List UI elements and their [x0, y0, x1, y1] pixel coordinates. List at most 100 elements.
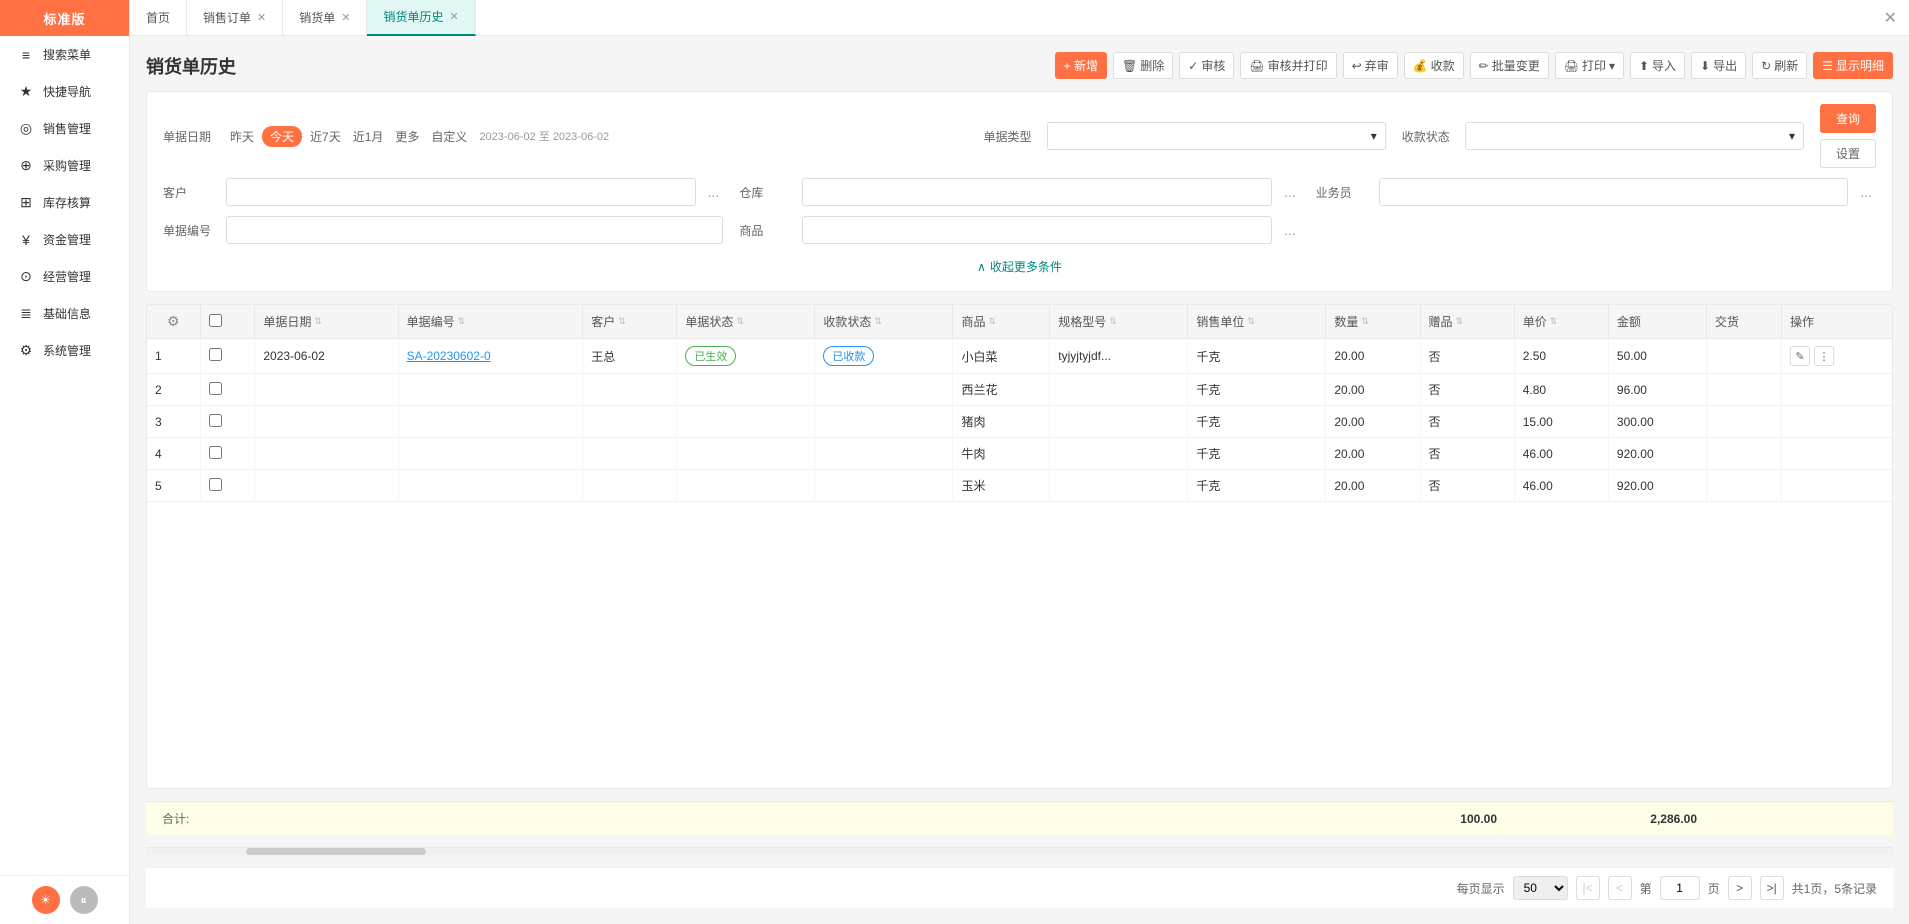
sort-unit-icon[interactable]: ⇅	[1247, 316, 1255, 327]
row-checkbox[interactable]	[200, 406, 255, 438]
row-select-checkbox[interactable]	[209, 414, 222, 427]
row-checkbox[interactable]	[200, 438, 255, 470]
tab-sales-order[interactable]: 销售订单 ✕	[187, 0, 283, 36]
delete-button[interactable]: 🗑 删除	[1113, 52, 1173, 79]
sort-doc-date-icon[interactable]: ⇅	[314, 316, 322, 327]
tab-sales-delivery-history[interactable]: 销货单历史 ✕	[367, 0, 475, 36]
tab-sales-delivery-close[interactable]: ✕	[341, 11, 350, 24]
sort-spec-type-icon[interactable]: ⇅	[1109, 316, 1117, 327]
date-quick-yesterday[interactable]: 昨天	[226, 126, 258, 147]
tab-sales-order-close[interactable]: ✕	[257, 11, 266, 24]
row-doc-no[interactable]	[398, 374, 583, 406]
row-action[interactable]: ✎⋮	[1781, 339, 1892, 374]
row-checkbox[interactable]	[200, 470, 255, 502]
collect-button[interactable]: 💰 收款	[1404, 52, 1464, 79]
row-action[interactable]	[1781, 374, 1892, 406]
abandon-button[interactable]: ↩ 弃审	[1343, 52, 1398, 79]
review-button[interactable]: ✓ 审核	[1179, 52, 1234, 79]
chevron-down-icon: ▾	[1371, 129, 1377, 143]
filter-doc-no-input[interactable]	[226, 216, 723, 244]
tab-home[interactable]: 首页	[130, 0, 187, 36]
row-action[interactable]	[1781, 406, 1892, 438]
date-quick-today[interactable]: 今天	[262, 126, 302, 147]
sidebar-action-btn-1[interactable]: ☀	[32, 886, 60, 914]
sidebar-item-basic-info[interactable]: ≣ 基础信息	[0, 295, 129, 332]
horizontal-scrollbar[interactable]	[146, 847, 1893, 855]
page-next-btn[interactable]: >	[1728, 876, 1752, 900]
refresh-icon: ↻	[1761, 59, 1771, 73]
row-checkbox[interactable]	[200, 374, 255, 406]
select-all-checkbox[interactable]	[209, 314, 222, 327]
page-first-btn[interactable]: |<	[1576, 876, 1600, 900]
filter-salesperson-input[interactable]	[1379, 178, 1849, 206]
page-input[interactable]	[1660, 876, 1700, 900]
filter-doc-type-select[interactable]: ▾	[1047, 122, 1386, 150]
collapse-filter-btn[interactable]: ∧ 收起更多条件	[163, 254, 1876, 279]
row-doc-status	[677, 438, 815, 470]
scrollbar-thumb[interactable]	[246, 848, 426, 855]
page-last-btn[interactable]: >|	[1760, 876, 1784, 900]
customer-picker-btn[interactable]: ...	[704, 184, 724, 200]
page-size-select[interactable]: 50 20 100	[1513, 876, 1568, 900]
salesperson-picker-btn[interactable]: ...	[1856, 184, 1876, 200]
filter-payment-status-select[interactable]: ▾	[1465, 122, 1804, 150]
action-more-btn[interactable]: ⋮	[1814, 346, 1834, 366]
tab-sales-delivery[interactable]: 销货单 ✕	[283, 0, 367, 36]
row-select-checkbox[interactable]	[209, 446, 222, 459]
sort-customer-icon[interactable]: ⇅	[618, 316, 626, 327]
row-select-checkbox[interactable]	[209, 382, 222, 395]
row-doc-no[interactable]	[398, 470, 583, 502]
row-action[interactable]	[1781, 470, 1892, 502]
row-select-checkbox[interactable]	[209, 478, 222, 491]
row-checkbox[interactable]	[200, 339, 255, 374]
page-prev-btn[interactable]: <	[1608, 876, 1632, 900]
action-edit-btn[interactable]: ✎	[1790, 346, 1810, 366]
sidebar-item-sales-mgmt[interactable]: ◎ 销售管理	[0, 110, 129, 147]
row-doc-no[interactable]	[398, 438, 583, 470]
filter-customer-input[interactable]	[226, 178, 696, 206]
import-button[interactable]: ⬆ 导入	[1630, 52, 1685, 79]
date-quick-more[interactable]: 更多	[391, 126, 423, 147]
row-action[interactable]	[1781, 438, 1892, 470]
sort-payment-status-icon[interactable]: ⇅	[874, 316, 882, 327]
sidebar-item-quick-nav[interactable]: ★ 快捷导航	[0, 73, 129, 110]
sidebar-item-operation-mgmt[interactable]: ⊙ 经营管理	[0, 258, 129, 295]
new-button[interactable]: + 新增	[1055, 52, 1107, 79]
sort-unit-price-icon[interactable]: ⇅	[1550, 316, 1558, 327]
product-picker-btn[interactable]: ...	[1280, 222, 1300, 238]
show-detail-button[interactable]: ☰ 显示明细	[1813, 52, 1893, 79]
row-gift: 否	[1420, 339, 1514, 374]
row-doc-no[interactable]: SA-20230602-0	[398, 339, 583, 374]
sidebar-item-sys-mgmt[interactable]: ⚙ 系统管理	[0, 332, 129, 369]
sidebar-item-search-menu[interactable]: ≡ 搜索菜单	[0, 36, 129, 73]
table-col-gear[interactable]: ⚙	[147, 305, 200, 339]
sort-gift-icon[interactable]: ⇅	[1456, 316, 1464, 327]
sidebar-item-finance-mgmt[interactable]: ¥ 资金管理	[0, 221, 129, 258]
date-quick-7days[interactable]: 近7天	[306, 126, 345, 147]
row-doc-no[interactable]	[398, 406, 583, 438]
toolbar: + 新增 🗑 删除 ✓ 审核 🖨 审核并打印 ↩ 弃审	[1055, 52, 1893, 79]
filter-product-input[interactable]	[802, 216, 1272, 244]
sidebar-item-inventory[interactable]: ⊞ 库存核算	[0, 184, 129, 221]
sidebar-item-purchase-mgmt[interactable]: ⊕ 采购管理	[0, 147, 129, 184]
sort-product-icon[interactable]: ⇅	[988, 316, 996, 327]
sort-doc-no-icon[interactable]: ⇅	[458, 316, 466, 327]
date-quick-1month[interactable]: 近1月	[349, 126, 388, 147]
review-print-button[interactable]: 🖨 审核并打印	[1240, 52, 1336, 79]
warehouse-picker-btn[interactable]: ...	[1280, 184, 1300, 200]
refresh-button[interactable]: ↻ 刷新	[1752, 52, 1807, 79]
close-all-tabs[interactable]: ✕	[1872, 8, 1909, 28]
tab-sales-delivery-history-close[interactable]: ✕	[450, 10, 459, 23]
row-select-checkbox[interactable]	[209, 348, 222, 361]
sort-qty-icon[interactable]: ⇅	[1361, 316, 1369, 327]
print-button[interactable]: 🖨 打印 ▾	[1555, 52, 1624, 79]
filter-warehouse-input[interactable]	[802, 178, 1272, 206]
export-button[interactable]: ⬇ 导出	[1691, 52, 1746, 79]
batch-change-button[interactable]: ✏ 批量变更	[1470, 52, 1549, 79]
summary-label: 合计:	[162, 810, 189, 827]
date-quick-custom[interactable]: 自定义	[427, 126, 471, 147]
setting-button[interactable]: 设置	[1820, 139, 1876, 168]
sidebar-action-btn-2[interactable]: ⏸	[70, 886, 98, 914]
query-button[interactable]: 查询	[1820, 104, 1876, 133]
sort-doc-status-icon[interactable]: ⇅	[736, 316, 744, 327]
